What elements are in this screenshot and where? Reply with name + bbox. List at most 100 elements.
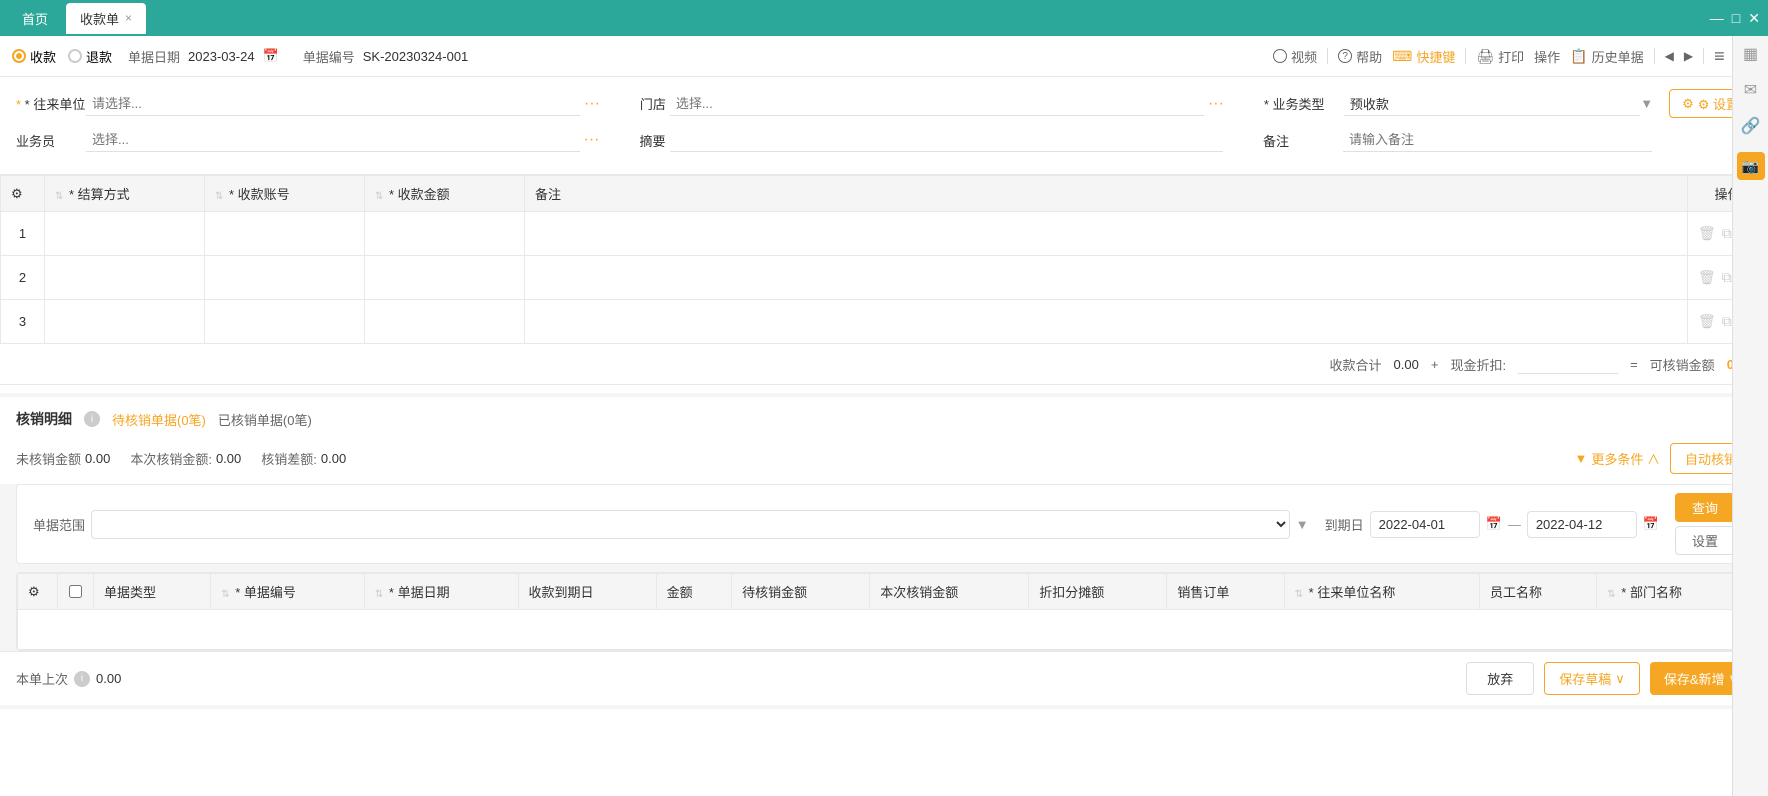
summary-input[interactable] xyxy=(670,128,1224,152)
question-icon: ? xyxy=(1338,49,1352,63)
operate-btn[interactable]: 操作 xyxy=(1534,47,1560,66)
sidebar-camera-icon[interactable]: 📷 xyxy=(1737,152,1765,180)
row-1-account[interactable] xyxy=(205,212,365,256)
window-min-icon[interactable]: — xyxy=(1710,10,1724,26)
row-1-remark[interactable] xyxy=(525,212,1688,256)
tab-active[interactable]: 收款单 × xyxy=(66,3,146,34)
radio-refund-label: 退款 xyxy=(86,47,112,66)
staff-input[interactable] xyxy=(86,128,580,152)
info-icon-footer[interactable]: i xyxy=(74,671,90,687)
tab-bar-right: — □ ✕ xyxy=(1710,10,1760,27)
diff-value: 0.00 xyxy=(321,451,346,466)
sidebar-mail-icon[interactable]: ✉ xyxy=(1744,80,1757,100)
row-2-settlement[interactable] xyxy=(45,256,205,300)
table-footer: 收款合计 0.00 + 现金折扣: = 可核销金额 0.00 xyxy=(0,344,1768,385)
meta-info: 单据日期 2023-03-24 📅 单据编号 SK-20230324-001 xyxy=(128,47,1257,66)
biz-type-label: * 业务类型 xyxy=(1264,94,1344,113)
bill-range-field: 单据范围 ▼ xyxy=(33,510,1309,539)
done-tab[interactable]: 已核销单据(0笔) xyxy=(218,410,312,429)
sidebar-table-icon[interactable]: ▦ xyxy=(1743,44,1758,64)
prev-label: 本单上次 xyxy=(16,669,68,688)
window-max-icon[interactable]: □ xyxy=(1732,10,1740,26)
th-amount: ⇅ * 收款金额 xyxy=(365,176,525,212)
radio-group: 收款 退款 xyxy=(12,47,112,66)
pending-tab[interactable]: 待核销单据(0笔) xyxy=(112,410,206,429)
save-draft-label: 保存草稿 xyxy=(1559,669,1611,688)
row-3-remark[interactable] xyxy=(525,300,1688,344)
store-dots-icon[interactable]: ··· xyxy=(1208,96,1224,112)
table-setting-button[interactable]: 设置 xyxy=(1675,526,1735,555)
delete-icon-1[interactable]: 🗑 xyxy=(1698,225,1716,242)
bth-checkbox xyxy=(58,574,94,610)
calendar-from-icon[interactable]: 📅 xyxy=(1486,516,1502,532)
bth-current: 本次核销金额 xyxy=(870,574,1029,610)
divider-1 xyxy=(1327,48,1328,64)
row-2-remark[interactable] xyxy=(525,256,1688,300)
history-btn[interactable]: 📋 历史单据 xyxy=(1570,47,1643,66)
row-3-amount[interactable] xyxy=(365,300,525,344)
radio-receive[interactable]: 收款 xyxy=(12,47,56,66)
row-3-account[interactable] xyxy=(205,300,365,344)
copy-icon-1[interactable]: ⧉ xyxy=(1722,225,1732,242)
query-button[interactable]: 查询 xyxy=(1675,493,1735,522)
biz-type-input[interactable] xyxy=(1344,92,1640,116)
date-icon[interactable]: 📅 xyxy=(263,48,279,64)
help-btn[interactable]: ? 帮助 xyxy=(1338,47,1382,66)
counterpart-input[interactable] xyxy=(86,92,580,116)
more-filter-btn[interactable]: ▼ 更多条件 ∧ xyxy=(1574,449,1660,468)
store-input[interactable] xyxy=(670,92,1204,116)
video-btn[interactable]: 视频 xyxy=(1273,47,1317,66)
discount-input[interactable] xyxy=(1518,354,1618,374)
row-2-account[interactable] xyxy=(205,256,365,300)
toolbar-actions: 视频 ? 帮助 ⌨ 快捷键 🖨 打印 操作 📋 历史单据 xyxy=(1273,44,1756,68)
bth-pending: 待核销金额 xyxy=(732,574,870,610)
abandon-button[interactable]: 放弃 xyxy=(1466,662,1534,695)
nav-next-icon[interactable]: ▶ xyxy=(1684,49,1693,63)
biz-type-arrow-icon[interactable]: ▼ xyxy=(1640,96,1653,111)
row-3-settlement[interactable] xyxy=(45,300,205,344)
due-date-from-input[interactable] xyxy=(1370,511,1480,538)
table-row: 2 🗑 ⧉ xyxy=(1,256,1768,300)
bth-current-label: 本次核销金额 xyxy=(880,585,958,600)
shortcut-btn[interactable]: ⌨ 快捷键 xyxy=(1392,47,1455,66)
date-value[interactable]: 2023-03-24 xyxy=(188,49,255,64)
available-label: 可核销金额 xyxy=(1650,355,1715,374)
th-gear[interactable]: ⚙ xyxy=(1,176,45,212)
delete-icon-2[interactable]: 🗑 xyxy=(1698,269,1716,286)
nav-prev-icon[interactable]: ◀ xyxy=(1665,49,1674,63)
window-close-icon[interactable]: ✕ xyxy=(1748,10,1760,27)
bth-gear[interactable]: ⚙ xyxy=(18,574,58,610)
sidebar-link-icon[interactable]: 🔗 xyxy=(1741,116,1761,136)
copy-icon-2[interactable]: ⧉ xyxy=(1722,269,1732,286)
tab-home[interactable]: 首页 xyxy=(8,3,62,34)
bth-bill-no: ⇅ * 单据编号 xyxy=(211,574,365,610)
tab-active-label: 收款单 xyxy=(80,9,119,28)
operate-label: 操作 xyxy=(1534,47,1560,66)
sort-b-1: ⇅ xyxy=(221,589,229,600)
info-icon-1[interactable]: i xyxy=(84,411,100,427)
save-draft-button[interactable]: 保存草稿 ∨ xyxy=(1544,662,1640,695)
delete-icon-3[interactable]: 🗑 xyxy=(1698,313,1716,330)
row-1-amount[interactable] xyxy=(365,212,525,256)
list-icon[interactable]: ≡ xyxy=(1714,46,1725,67)
tab-close-icon[interactable]: × xyxy=(125,11,132,25)
sort-b-2: ⇅ xyxy=(375,589,383,600)
due-date-to-input[interactable] xyxy=(1527,511,1637,538)
remark-input[interactable] xyxy=(1343,128,1652,152)
staff-dots-icon[interactable]: ··· xyxy=(584,132,600,148)
bth-bill-date: ⇅ * 单据日期 xyxy=(364,574,518,610)
current-label: 本次核销金额: xyxy=(130,449,212,468)
sort-b-3: ⇅ xyxy=(1295,589,1303,600)
header-checkbox[interactable] xyxy=(69,585,82,598)
print-btn[interactable]: 🖨 打印 xyxy=(1476,47,1524,66)
row-num-3: 3 xyxy=(1,300,45,344)
row-1-settlement[interactable] xyxy=(45,212,205,256)
row-2-amount[interactable] xyxy=(365,256,525,300)
radio-refund[interactable]: 退款 xyxy=(68,47,112,66)
counterpart-dots-icon[interactable]: ··· xyxy=(584,96,600,112)
calendar-to-icon[interactable]: 📅 xyxy=(1643,516,1659,532)
bth-due-date: 收款到期日 xyxy=(518,574,656,610)
copy-icon-3[interactable]: ⧉ xyxy=(1722,313,1732,330)
biz-type-field: * 业务类型 ▼ xyxy=(1264,92,1653,116)
bill-range-select[interactable] xyxy=(91,510,1290,539)
